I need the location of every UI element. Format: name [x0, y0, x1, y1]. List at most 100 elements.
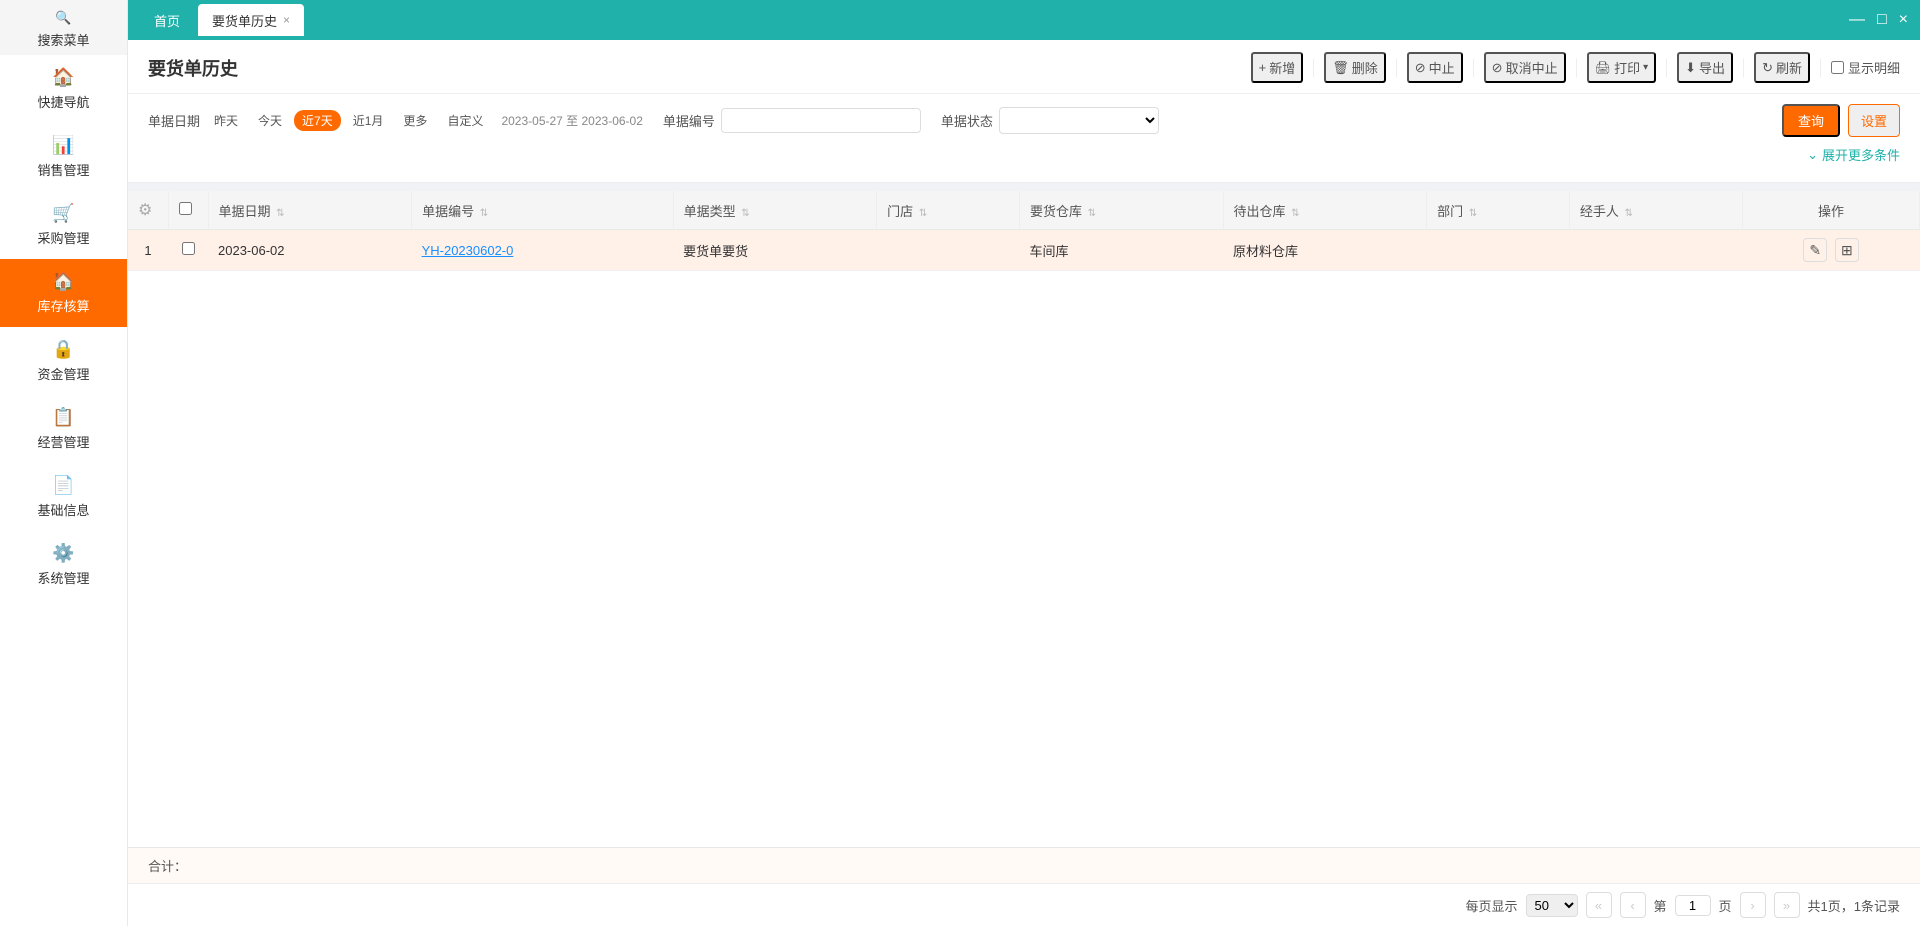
sidebar: 🔍 搜索菜单 🏠 快捷导航 📊 销售管理 🛒 采购管理 🏠 库存核算 🔒 资金管… [0, 0, 128, 926]
th-pending-warehouse-label: 待出仓库 [1234, 204, 1286, 219]
refresh-label: 刷新 [1776, 58, 1802, 77]
page-input[interactable] [1675, 895, 1711, 916]
sort-req-warehouse-icon: ⇅ [1088, 208, 1096, 219]
sidebar-item-sales-mgmt[interactable]: 📊 销售管理 [0, 123, 127, 191]
add-button[interactable]: + 新增 [1251, 52, 1304, 83]
td-handler [1569, 230, 1742, 271]
date-btn-1month[interactable]: 近1月 [345, 110, 392, 131]
edit-row-button[interactable]: ✎ [1803, 238, 1827, 262]
row-doc-type: 要货单要货 [683, 244, 748, 259]
doc-no-input[interactable] [721, 108, 921, 133]
inventory-icon: 🏠 [52, 271, 74, 292]
th-handler[interactable]: 经手人 ⇅ [1569, 191, 1742, 230]
total-info: 共1页，1条记录 [1808, 896, 1900, 915]
last-page-button[interactable]: » [1774, 892, 1800, 918]
filter-area: 单据日期 昨天 今天 近7天 近1月 更多 自定义 2023-05-27 至 2… [128, 94, 1920, 183]
print-button[interactable]: 🖨 打印 ▾ [1587, 52, 1657, 83]
divider4 [1576, 59, 1577, 77]
sort-handler-icon: ⇅ [1625, 208, 1633, 219]
date-btn-more[interactable]: 更多 [395, 110, 435, 131]
close-window-icon[interactable]: × [1899, 11, 1908, 29]
maximize-icon[interactable]: □ [1877, 11, 1887, 29]
delete-button[interactable]: 🗑 删除 [1324, 52, 1386, 83]
select-all-checkbox[interactable] [179, 202, 192, 215]
stop-button[interactable]: ⊘ 中止 [1407, 52, 1463, 83]
tab-home-label: 首页 [154, 11, 180, 30]
expand-label: 展开更多条件 [1822, 145, 1900, 164]
display-cells-input[interactable] [1831, 61, 1844, 74]
th-doc-type[interactable]: 单据类型 ⇅ [673, 191, 877, 230]
row-checkbox[interactable] [182, 242, 195, 255]
sidebar-item-search-menu-label: 搜索菜单 [37, 30, 89, 49]
stop-icon: ⊘ [1415, 60, 1426, 76]
display-cells-checkbox[interactable]: 显示明细 [1831, 58, 1900, 77]
doc-no-label: 单据编号 [663, 111, 715, 130]
status-select[interactable] [999, 107, 1159, 134]
th-req-warehouse[interactable]: 要货仓库 ⇅ [1019, 191, 1223, 230]
refresh-button[interactable]: ↻ 刷新 [1754, 52, 1810, 83]
row-doc-date: 2023-06-02 [218, 243, 285, 258]
sidebar-item-system-mgmt-label: 系统管理 [37, 568, 89, 587]
row-pending-warehouse: 原材料仓库 [1233, 244, 1298, 259]
th-checkbox [168, 191, 208, 230]
sidebar-item-basic-info[interactable]: 📄 基础信息 [0, 463, 127, 531]
date-btn-custom[interactable]: 自定义 [439, 110, 491, 131]
td-row-checkbox [168, 230, 208, 271]
tab-close-icon[interactable]: × [283, 13, 290, 27]
minimize-icon[interactable]: — [1849, 11, 1865, 29]
sort-doc-no-icon: ⇅ [480, 208, 488, 219]
sidebar-item-finance-mgmt[interactable]: 🔒 资金管理 [0, 327, 127, 395]
divider2 [1396, 59, 1397, 77]
sidebar-item-purchase-mgmt[interactable]: 🛒 采购管理 [0, 191, 127, 259]
tab-bar-right: — □ × [1849, 11, 1908, 29]
sidebar-item-basic-info-label: 基础信息 [37, 500, 89, 519]
table-area: ⚙ 单据日期 ⇅ 单据编号 ⇅ [128, 191, 1920, 883]
lock-icon: 🔒 [52, 339, 74, 360]
th-store-label: 门店 [887, 204, 913, 219]
sidebar-item-inventory[interactable]: 🏠 库存核算 [0, 259, 127, 327]
first-page-button[interactable]: « [1586, 892, 1612, 918]
th-doc-no[interactable]: 单据编号 ⇅ [412, 191, 674, 230]
tab-home[interactable]: 首页 [140, 4, 194, 36]
per-page-select[interactable]: 50 20 100 200 [1526, 894, 1578, 917]
sidebar-item-quick-nav[interactable]: 🏠 快捷导航 [0, 55, 127, 123]
export-button[interactable]: ⬇ 导出 [1677, 52, 1733, 83]
cancel-stop-button[interactable]: ⊘ 取消中止 [1484, 52, 1566, 83]
query-button[interactable]: 查询 [1782, 104, 1840, 137]
th-store[interactable]: 门店 ⇅ [877, 191, 1020, 230]
td-department [1427, 230, 1570, 271]
sidebar-item-finance-mgmt-label: 资金管理 [37, 364, 89, 383]
sidebar-item-ops-mgmt[interactable]: 📋 经营管理 [0, 395, 127, 463]
th-department[interactable]: 部门 ⇅ [1427, 191, 1570, 230]
expand-more-conditions[interactable]: ⌄ 展开更多条件 [1807, 145, 1900, 164]
row-index: 1 [144, 243, 151, 258]
sort-department-icon: ⇅ [1469, 208, 1477, 219]
date-buttons: 昨天 今天 近7天 近1月 更多 自定义 [206, 110, 491, 131]
sidebar-item-search-menu[interactable]: 🔍 搜索菜单 [0, 0, 127, 55]
print-arrow-icon: ▾ [1643, 62, 1648, 73]
toolbar: + 新增 🗑 删除 ⊘ 中止 ⊘ [1251, 52, 1900, 83]
doc-no-filter-group: 单据编号 [663, 108, 921, 133]
th-doc-date[interactable]: 单据日期 ⇅ [208, 191, 412, 230]
next-page-button[interactable]: › [1740, 892, 1766, 918]
date-btn-7days[interactable]: 近7天 [294, 110, 341, 131]
add-label: 新增 [1269, 58, 1295, 77]
prev-page-button[interactable]: ‹ [1620, 892, 1646, 918]
add-icon: + [1259, 60, 1267, 75]
delete-row-button[interactable]: ⊞ [1835, 238, 1859, 262]
sort-doc-date-icon: ⇅ [276, 208, 284, 219]
page-title: 要货单历史 [148, 55, 238, 81]
date-filter-label: 单据日期 [148, 111, 200, 130]
th-pending-warehouse[interactable]: 待出仓库 ⇅ [1223, 191, 1427, 230]
page-title-row: 要货单历史 + 新增 🗑 删除 ⊘ 中止 [148, 52, 1900, 83]
column-settings-icon[interactable]: ⚙ [138, 202, 152, 219]
sidebar-item-system-mgmt[interactable]: ⚙️ 系统管理 [0, 531, 127, 599]
row-doc-no-link[interactable]: YH-20230602-0 [422, 243, 514, 258]
date-btn-yesterday[interactable]: 昨天 [206, 110, 246, 131]
settings-button[interactable]: 设置 [1848, 104, 1900, 137]
home-icon: 🏠 [52, 67, 74, 88]
date-btn-today[interactable]: 今天 [250, 110, 290, 131]
status-label: 单据状态 [941, 111, 993, 130]
td-doc-type: 要货单要货 [673, 230, 877, 271]
tab-requisition-history[interactable]: 要货单历史 × [198, 4, 304, 36]
